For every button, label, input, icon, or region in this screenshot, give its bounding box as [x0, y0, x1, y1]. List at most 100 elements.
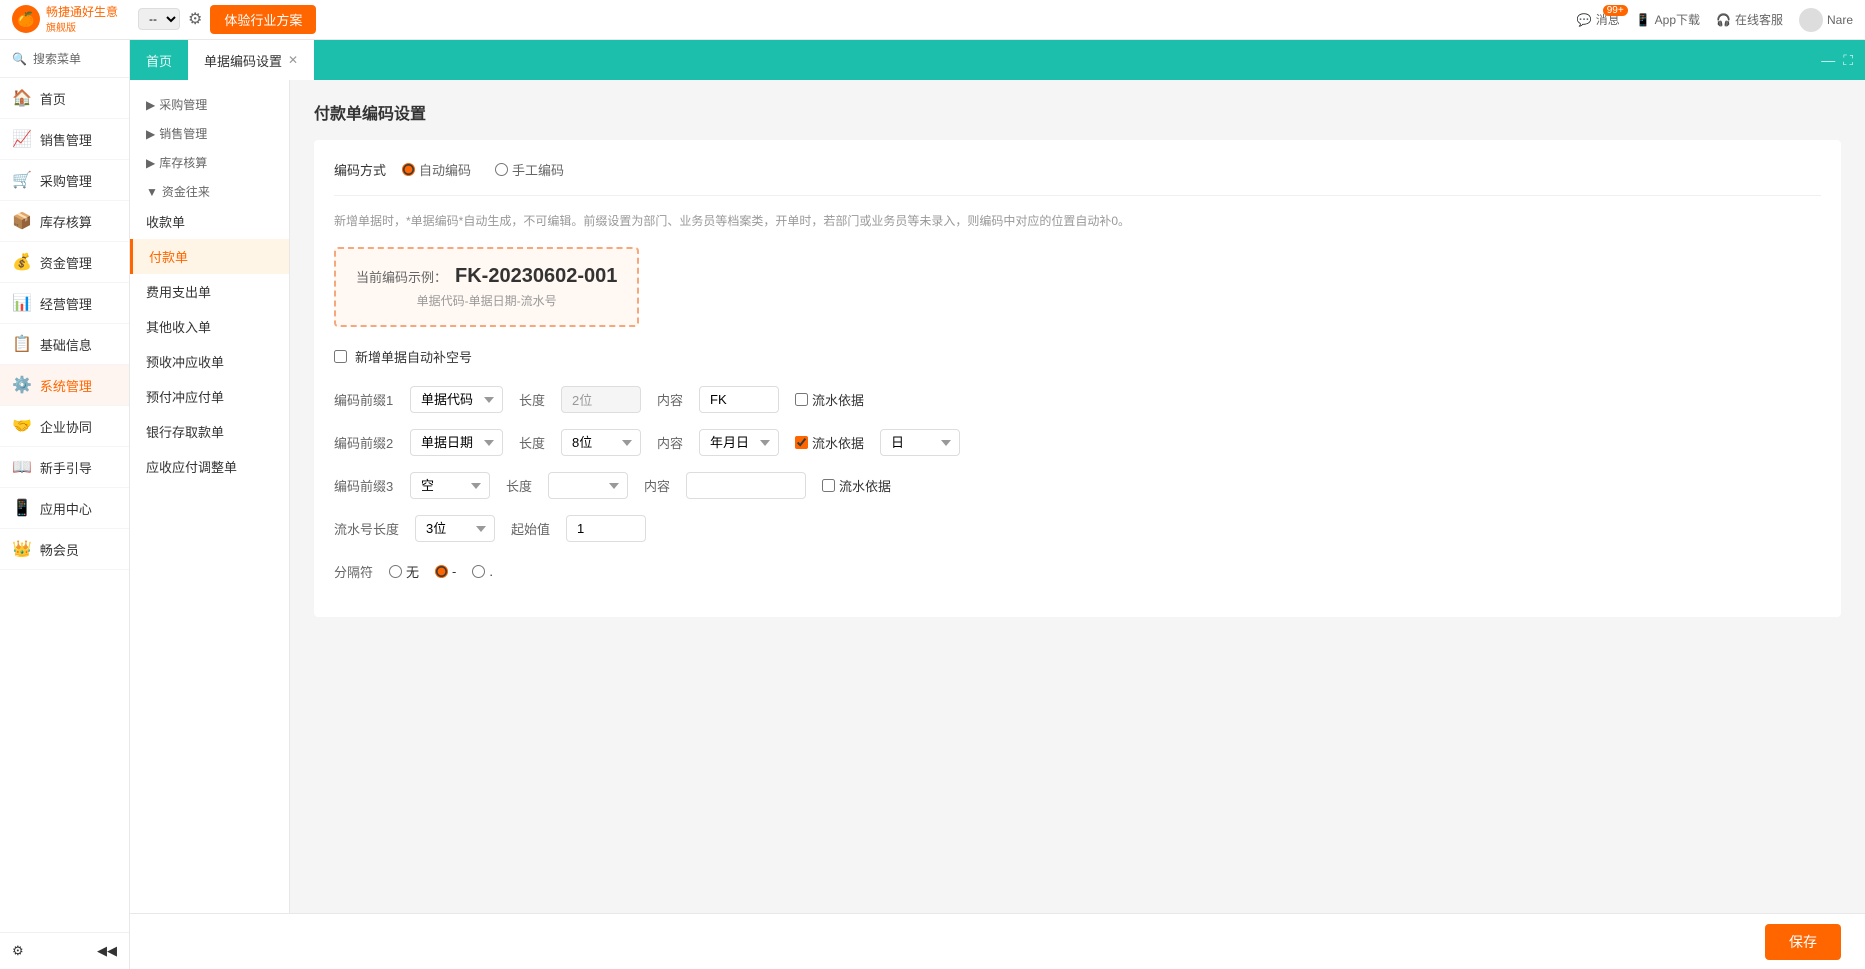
sep-none-option[interactable]: 无 — [389, 562, 419, 581]
app-download-btn[interactable]: 📱 App下载 — [1636, 11, 1700, 28]
preview-desc: 单据代码-单据日期-流水号 — [356, 292, 617, 309]
auto-encode-option[interactable]: 自动编码 — [402, 160, 471, 179]
sidebar-label: 资金管理 — [40, 253, 92, 272]
category-label: 采购管理 — [159, 96, 207, 113]
main-content: 付款单编码设置 编码方式 自动编码 手工编码 — [290, 80, 1865, 913]
sidebar-item-guide[interactable]: 📖 新手引导 — [0, 447, 129, 488]
brand-edition: 旗舰版 — [46, 19, 118, 34]
sidebar-label: 企业协同 — [40, 417, 92, 436]
sidebar-label: 系统管理 — [40, 376, 92, 395]
prefix2-content-select[interactable]: 年月日 年月 年 — [699, 429, 779, 456]
prefix3-select[interactable]: 空 部门 业务员 — [410, 472, 490, 499]
save-button[interactable]: 保存 — [1765, 924, 1841, 960]
auto-fill-checkbox[interactable] — [334, 350, 347, 363]
serial-length-select[interactable]: 3位 4位 5位 — [415, 515, 495, 542]
prefix1-select[interactable]: 单据代码 — [410, 386, 503, 413]
arrow-icon: ▶ — [146, 98, 155, 112]
prefix3-length-select[interactable]: 2位 4位 — [548, 472, 628, 499]
sep-dot-radio[interactable] — [472, 565, 485, 578]
serial-length-label: 流水号长度 — [334, 519, 399, 538]
sub-item-prepay-recv[interactable]: 预收冲应收单 — [130, 344, 289, 379]
sidebar-item-enterprise[interactable]: 🤝 企业协同 — [0, 406, 129, 447]
tabbar-minimize-icon[interactable]: — — [1821, 52, 1835, 68]
sidebar-item-home[interactable]: 🏠 首页 — [0, 78, 129, 119]
prefix2-serial-checkbox[interactable]: 流水依据 — [795, 433, 864, 452]
online-service-btn[interactable]: 🎧 在线客服 — [1716, 11, 1783, 28]
sub-item-bank-deposit[interactable]: 银行存取款单 — [130, 414, 289, 449]
prefix2-length-select[interactable]: 8位 4位 6位 — [561, 429, 641, 456]
sidebar-item-sales[interactable]: 📈 销售管理 — [0, 119, 129, 160]
sub-category-sales[interactable]: ▶ 销售管理 — [130, 117, 289, 146]
sub-item-label: 费用支出单 — [146, 282, 211, 301]
hint-text: 新增单据时，*单据编码*自动生成，不可编辑。前缀设置为部门、业务员等档案类，开单… — [334, 212, 1821, 231]
content-area: 首页 单据编码设置 ✕ — ⛶ ▶ 采购管理 ▶ 销售管理 — [130, 40, 1865, 969]
sep-none-label: 无 — [406, 562, 419, 581]
sep-none-radio[interactable] — [389, 565, 402, 578]
tab-home[interactable]: 首页 — [130, 40, 188, 80]
sidebar-item-basic[interactable]: 📋 基础信息 — [0, 324, 129, 365]
start-value-input[interactable] — [566, 515, 646, 542]
sidebar-bottom: ⚙ ◀◀ — [0, 932, 129, 969]
sub-item-receipt[interactable]: 收款单 — [130, 204, 289, 239]
sep-dash-radio[interactable] — [435, 565, 448, 578]
settings-bottom-icon[interactable]: ⚙ — [12, 943, 24, 959]
tab-close-icon[interactable]: ✕ — [288, 53, 298, 67]
sidebar-item-system[interactable]: ⚙️ 系统管理 — [0, 365, 129, 406]
topbar: 🍊 畅捷通好生意 旗舰版 -- ⚙ 体验行业方案 💬 消息 99+ 📱 App下… — [0, 0, 1865, 40]
sidebar-item-finance[interactable]: 💰 资金管理 — [0, 242, 129, 283]
prefix3-serial-check[interactable] — [822, 479, 835, 492]
sub-item-prepay-pay[interactable]: 预付冲应付单 — [130, 379, 289, 414]
sub-item-label: 收款单 — [146, 212, 185, 231]
settings-icon[interactable]: ⚙ — [188, 9, 202, 29]
sub-item-ar-ap-adjust[interactable]: 应收应付调整单 — [130, 449, 289, 484]
prefix3-serial-checkbox[interactable]: 流水依据 — [822, 476, 891, 495]
page-title: 付款单编码设置 — [314, 100, 1841, 124]
prefix1-serial-check[interactable] — [795, 393, 808, 406]
sub-category-inventory[interactable]: ▶ 库存核算 — [130, 146, 289, 175]
sidebar-item-operations[interactable]: 📊 经营管理 — [0, 283, 129, 324]
system-icon: ⚙️ — [12, 375, 32, 395]
guide-icon: 📖 — [12, 457, 32, 477]
message-icon: 💬 — [1577, 13, 1592, 27]
sub-category-funds[interactable]: ▼ 资金往来 — [130, 175, 289, 204]
sep-dash-option[interactable]: - — [435, 564, 456, 579]
sales-icon: 📈 — [12, 129, 32, 149]
sidebar-label: 畅会员 — [40, 540, 79, 559]
sidebar-item-inventory[interactable]: 📦 库存核算 — [0, 201, 129, 242]
sep-dot-option[interactable]: . — [472, 564, 493, 579]
sub-item-payment[interactable]: 付款单 — [130, 239, 289, 274]
search-label: 搜索菜单 — [33, 50, 81, 67]
experience-button[interactable]: 体验行业方案 — [210, 5, 316, 34]
brand: 🍊 畅捷通好生意 旗舰版 — [12, 5, 118, 34]
collapse-icon[interactable]: ◀◀ — [97, 943, 117, 959]
inventory-icon: 📦 — [12, 211, 32, 231]
sub-category-purchase[interactable]: ▶ 采购管理 — [130, 88, 289, 117]
sidebar-item-appcenter[interactable]: 📱 应用中心 — [0, 488, 129, 529]
manual-encode-option[interactable]: 手工编码 — [495, 160, 564, 179]
prefix2-select[interactable]: 单据日期 — [410, 429, 503, 456]
prefix2-serial-check[interactable] — [795, 436, 808, 449]
tab-serial-settings[interactable]: 单据编码设置 ✕ — [188, 40, 314, 80]
prefix1-serial-checkbox[interactable]: 流水依据 — [795, 390, 864, 409]
user-info[interactable]: Nare — [1799, 8, 1853, 32]
company-select[interactable]: -- — [138, 8, 180, 30]
sidebar-label: 基础信息 — [40, 335, 92, 354]
sub-item-expense[interactable]: 费用支出单 — [130, 274, 289, 309]
sub-item-other-income[interactable]: 其他收入单 — [130, 309, 289, 344]
sidebar-item-vip[interactable]: 👑 畅会员 — [0, 529, 129, 570]
manual-encode-label: 手工编码 — [512, 160, 564, 179]
basic-icon: 📋 — [12, 334, 32, 354]
arrow-icon: ▶ — [146, 127, 155, 141]
prefix1-label: 编码前缀1 — [334, 390, 394, 409]
auto-encode-radio[interactable] — [402, 163, 415, 176]
tabbar-maximize-icon[interactable]: ⛶ — [1843, 52, 1853, 69]
prefix2-serial-select[interactable]: 日 月 年 — [880, 429, 960, 456]
prefix1-content-input[interactable] — [699, 386, 779, 413]
prefix1-serial-label: 流水依据 — [812, 390, 864, 409]
sidebar-label: 应用中心 — [40, 499, 92, 518]
manual-encode-radio[interactable] — [495, 163, 508, 176]
prefix3-content-input[interactable] — [686, 472, 806, 499]
sidebar-item-purchase[interactable]: 🛒 采购管理 — [0, 160, 129, 201]
sidebar-search[interactable]: 🔍 搜索菜单 — [0, 40, 129, 78]
message-btn[interactable]: 💬 消息 99+ — [1577, 11, 1620, 28]
